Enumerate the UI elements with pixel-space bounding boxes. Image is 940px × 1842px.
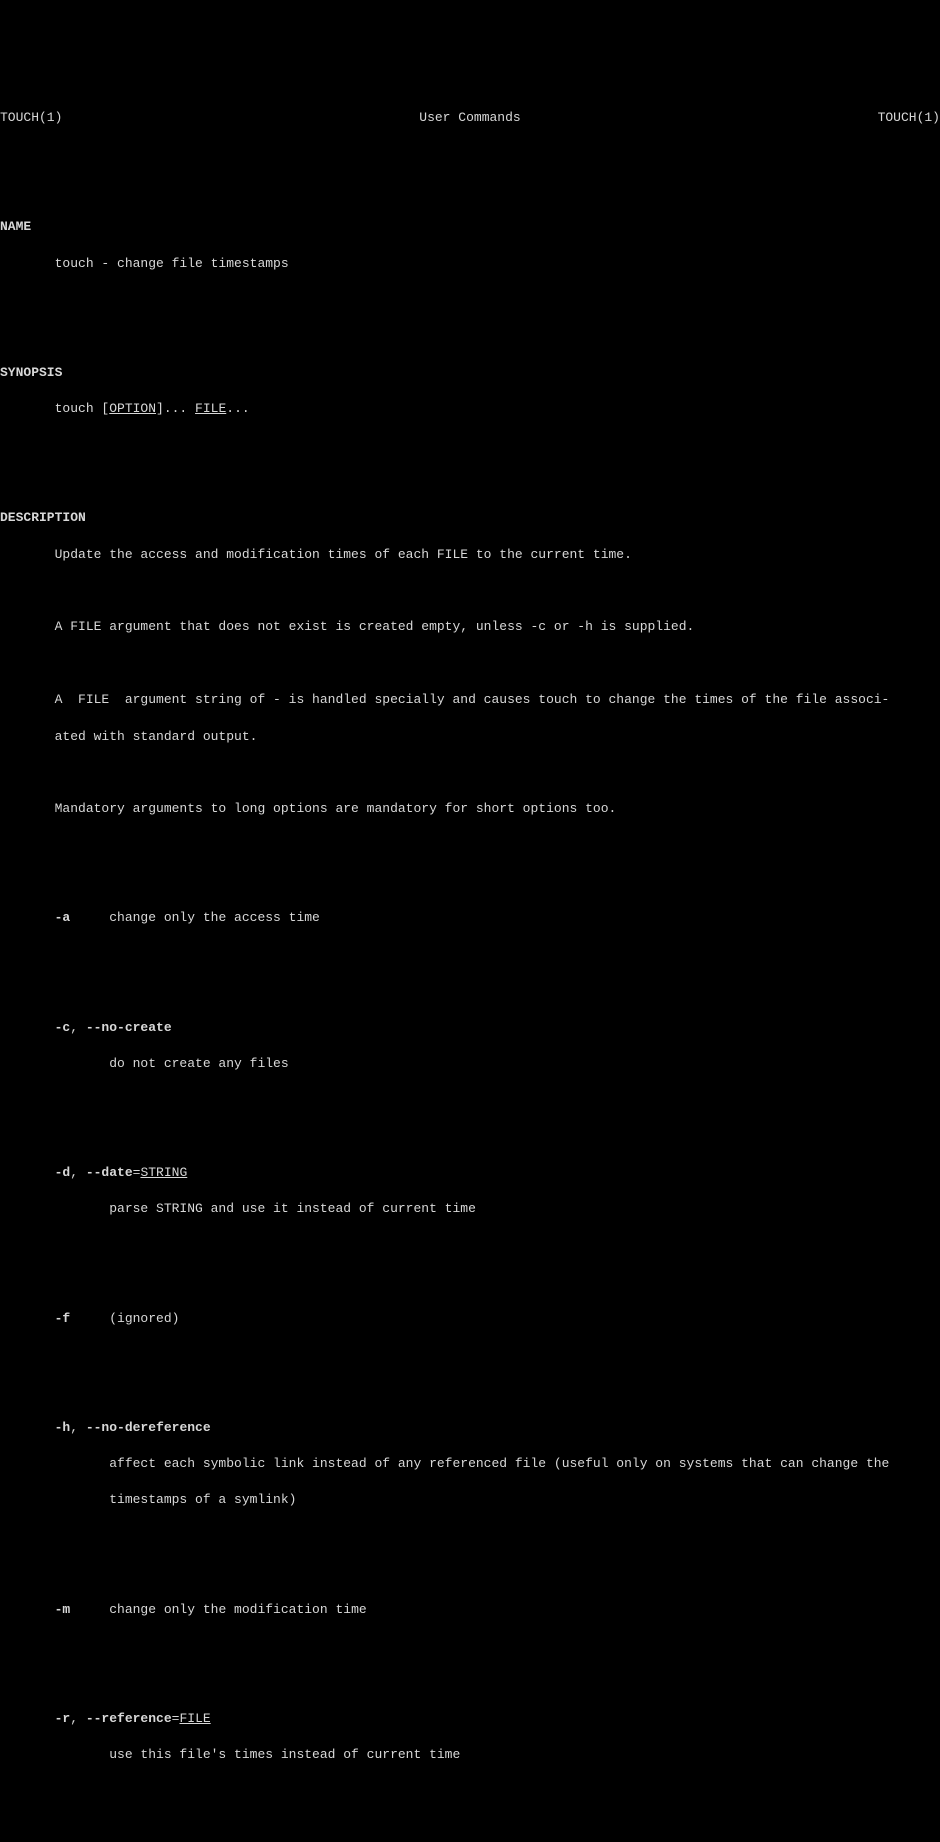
flag-r-long: --reference	[86, 1711, 172, 1726]
header-center: User Commands	[419, 109, 520, 127]
option-c-desc: do not create any files	[0, 1055, 940, 1073]
blank-line	[0, 855, 940, 873]
flag-a: -a	[0, 910, 70, 925]
option-h-desc1: affect each symbolic link instead of any…	[0, 1455, 940, 1473]
name-body: touch - change file timestamps	[0, 255, 940, 273]
synopsis-suffix: ...	[226, 401, 249, 416]
section-synopsis-heading: SYNOPSIS	[0, 364, 940, 382]
blank-line	[0, 1109, 940, 1127]
man-page: TOUCH(1) User Commands TOUCH(1) NAME touch…	[0, 73, 940, 1842]
section-description-heading: DESCRIPTION	[0, 509, 940, 527]
blank-line	[0, 1801, 940, 1819]
blank-line	[0, 1546, 940, 1564]
header-left: TOUCH(1)	[0, 109, 62, 127]
desc-m: change only the modification time	[70, 1602, 366, 1617]
synopsis-file: FILE	[195, 401, 226, 416]
blank-line	[0, 964, 940, 982]
man-header: TOUCH(1) User Commands TOUCH(1)	[0, 109, 940, 127]
sep-c: ,	[70, 1020, 86, 1035]
flag-r-short: -r	[0, 1711, 70, 1726]
desc-a: change only the access time	[70, 910, 320, 925]
eq-r: =	[172, 1711, 180, 1726]
option-c-line1: -c, --no-create	[0, 1019, 940, 1037]
option-f: -f (ignored)	[0, 1310, 940, 1328]
flag-h-long: --no-dereference	[86, 1420, 211, 1435]
section-name-heading: NAME	[0, 218, 940, 236]
blank-line	[0, 1255, 940, 1273]
option-h-line1: -h, --no-dereference	[0, 1419, 940, 1437]
option-m: -m change only the modification time	[0, 1601, 940, 1619]
flag-d-long: --date	[86, 1165, 133, 1180]
flag-h-short: -h	[0, 1420, 70, 1435]
blank-line	[0, 655, 940, 673]
arg-d: STRING	[140, 1165, 187, 1180]
synopsis-mid: ]...	[156, 401, 195, 416]
blank-line	[0, 1655, 940, 1673]
desc-p2: A FILE argument that does not exist is c…	[0, 618, 940, 636]
header-right: TOUCH(1)	[878, 109, 940, 127]
synopsis-option: OPTION	[109, 401, 156, 416]
flag-d-short: -d	[0, 1165, 70, 1180]
synopsis-line: touch [OPTION]... FILE...	[0, 400, 940, 418]
desc-p3a: A FILE argument string of - is handled s…	[0, 691, 940, 709]
desc-p3b: ated with standard output.	[0, 728, 940, 746]
flag-c-long: --no-create	[86, 1020, 172, 1035]
sep-r: ,	[70, 1711, 86, 1726]
flag-c-short: -c	[0, 1020, 70, 1035]
blank-line	[0, 309, 940, 327]
blank-line	[0, 164, 940, 182]
eq-d: =	[133, 1165, 141, 1180]
desc-f: (ignored)	[70, 1311, 179, 1326]
desc-p1: Update the access and modification times…	[0, 546, 940, 564]
arg-r: FILE	[179, 1711, 210, 1726]
option-r-desc: use this file's times instead of current…	[0, 1746, 940, 1764]
blank-line	[0, 1364, 940, 1382]
option-a: -a change only the access time	[0, 909, 940, 927]
flag-f: -f	[0, 1311, 70, 1326]
sep-h: ,	[70, 1420, 86, 1435]
flag-m: -m	[0, 1602, 70, 1617]
option-r-line1: -r, --reference=FILE	[0, 1710, 940, 1728]
blank-line	[0, 455, 940, 473]
option-h-desc2: timestamps of a symlink)	[0, 1491, 940, 1509]
synopsis-prefix: touch [	[0, 401, 109, 416]
blank-line	[0, 764, 940, 782]
option-d-desc: parse STRING and use it instead of curre…	[0, 1200, 940, 1218]
option-d-line1: -d, --date=STRING	[0, 1164, 940, 1182]
desc-p4: Mandatory arguments to long options are …	[0, 800, 940, 818]
sep-d: ,	[70, 1165, 86, 1180]
blank-line	[0, 582, 940, 600]
